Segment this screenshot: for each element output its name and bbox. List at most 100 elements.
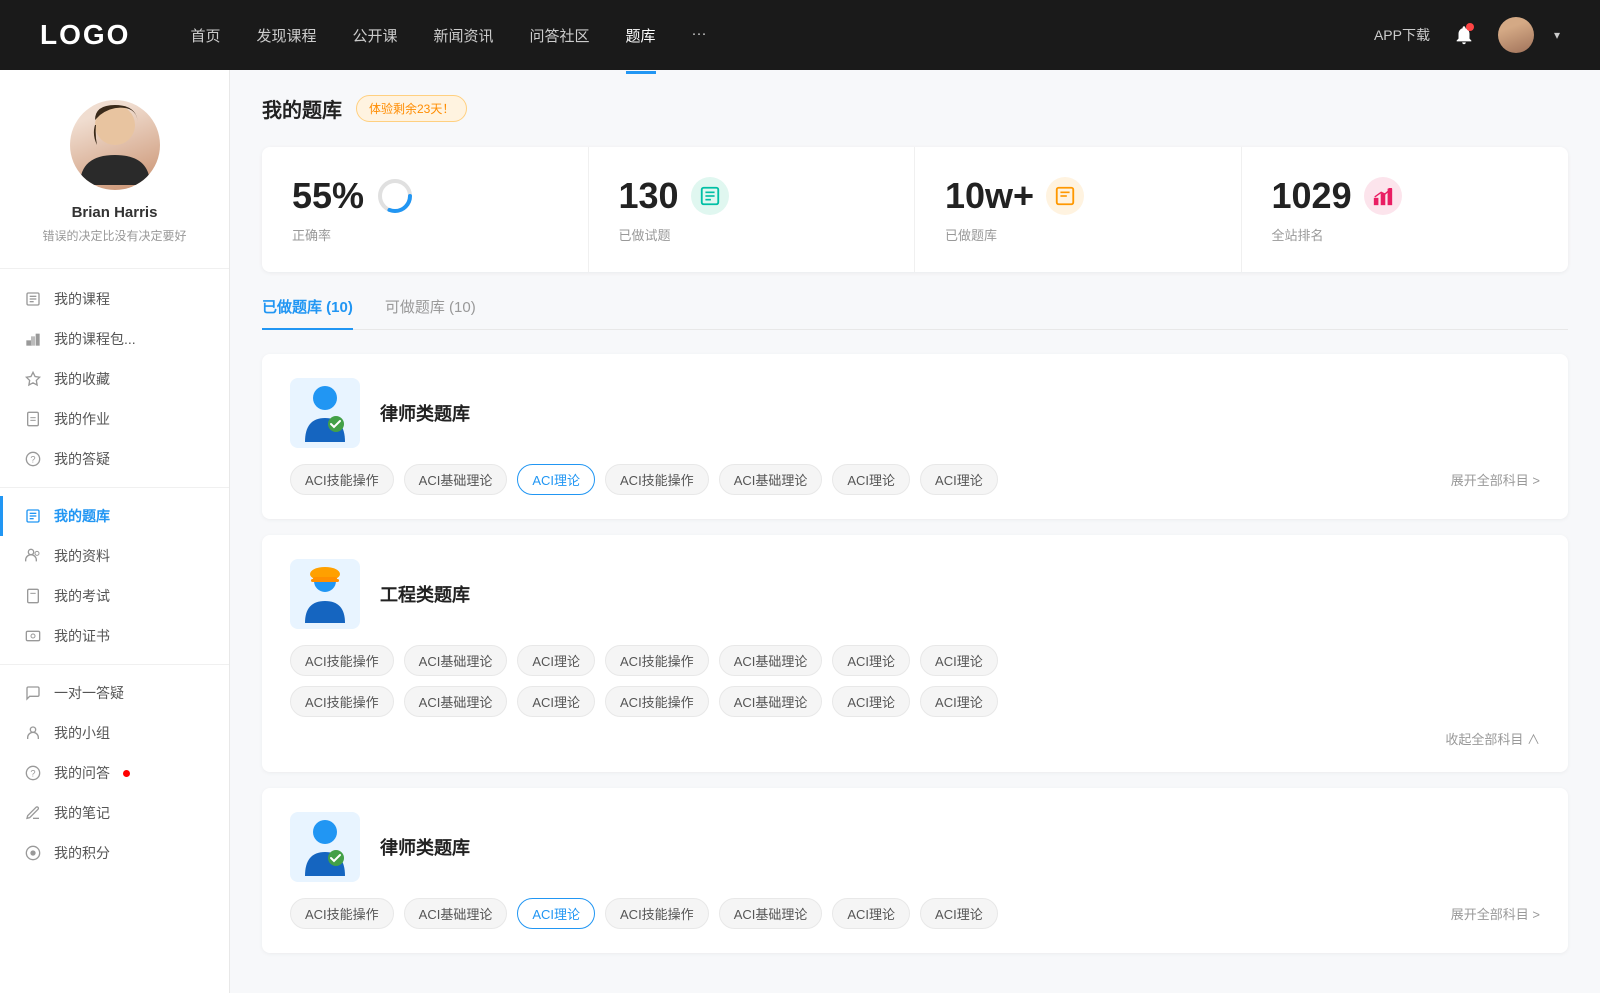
stat-done-q-label: 已做试题 <box>619 225 885 244</box>
stats-grid: 55% 正确率 130 <box>262 147 1568 272</box>
stat-accuracy-label: 正确率 <box>292 225 558 244</box>
stat-done-b-icon <box>1046 177 1084 215</box>
nav-more[interactable]: ··· <box>692 21 707 50</box>
sidebar-item-1on1[interactable]: 一对一答疑 <box>0 673 229 713</box>
stat-done-b-label: 已做题库 <box>945 225 1211 244</box>
sidebar-item-points[interactable]: 我的积分 <box>0 833 229 873</box>
tag-3[interactable]: ACI技能操作 <box>605 464 709 495</box>
eng-tag-3[interactable]: ACI技能操作 <box>605 645 709 676</box>
sidebar-item-homework[interactable]: 我的作业 <box>0 399 229 439</box>
tags-row-lawyer-1: ACI技能操作 ACI基础理论 ACI理论 ACI技能操作 ACI基础理论 AC… <box>290 464 998 495</box>
sidebar-item-course-packages[interactable]: 我的课程包... <box>0 319 229 359</box>
page-header: 我的题库 体验剩余23天！ <box>262 94 1568 123</box>
sidebar-item-qa-mine[interactable]: ? 我的答疑 <box>0 439 229 479</box>
stat-rank-row: 1029 <box>1272 175 1539 217</box>
divider-1 <box>0 487 229 488</box>
tag-5[interactable]: ACI理论 <box>832 464 910 495</box>
user-menu-chevron[interactable]: ▾ <box>1554 28 1560 42</box>
sidebar-item-notes[interactable]: 我的笔记 <box>0 793 229 833</box>
top-navigation: LOGO 首页 发现课程 公开课 新闻资讯 问答社区 题库 ··· APP下载 … <box>0 0 1600 70</box>
l2-tag-1[interactable]: ACI基础理论 <box>404 898 508 929</box>
sidebar-item-profile[interactable]: 我的资料 <box>0 536 229 576</box>
profile-name: Brian Harris <box>72 204 158 221</box>
exam-icon <box>24 587 42 605</box>
trial-badge: 体验剩余23天！ <box>356 95 467 122</box>
nav-home[interactable]: 首页 <box>190 21 220 50</box>
app-download-link[interactable]: APP下载 <box>1374 25 1430 45</box>
eng2-tag-6[interactable]: ACI理论 <box>920 686 998 717</box>
profile-avatar <box>70 100 160 190</box>
stat-accuracy-value: 55% <box>292 175 364 217</box>
sidebar-item-favorites[interactable]: 我的收藏 <box>0 359 229 399</box>
sidebar-item-group[interactable]: 我的小组 <box>0 713 229 753</box>
tag-4[interactable]: ACI基础理论 <box>719 464 823 495</box>
group-icon <box>24 724 42 742</box>
questions-dot <box>123 770 130 777</box>
expand-link-lawyer-2[interactable]: 展开全部科目 > <box>1451 904 1540 923</box>
eng2-tag-5[interactable]: ACI理论 <box>832 686 910 717</box>
main-content: 我的题库 体验剩余23天！ 55% 正确率 <box>230 70 1600 993</box>
avatar[interactable] <box>1498 17 1534 53</box>
stat-rank: 1029 全站排名 <box>1242 147 1569 272</box>
l2-tag-3[interactable]: ACI技能操作 <box>605 898 709 929</box>
tag-1[interactable]: ACI基础理论 <box>404 464 508 495</box>
card-header-lawyer-2: 律师类题库 <box>290 812 1540 882</box>
stat-accuracy-icon <box>376 177 414 215</box>
qbank-card-lawyer-1: 律师类题库 ACI技能操作 ACI基础理论 ACI理论 ACI技能操作 ACI基… <box>262 354 1568 519</box>
tags-row-engineer-2: ACI技能操作 ACI基础理论 ACI理论 ACI技能操作 ACI基础理论 AC… <box>290 686 1540 717</box>
nav-qa[interactable]: 问答社区 <box>530 21 590 50</box>
nav-opencourse[interactable]: 公开课 <box>352 21 397 50</box>
tags-row-engineer-1: ACI技能操作 ACI基础理论 ACI理论 ACI技能操作 ACI基础理论 AC… <box>290 645 1540 676</box>
card-title-engineer: 工程类题库 <box>380 581 470 607</box>
l2-tag-0[interactable]: ACI技能操作 <box>290 898 394 929</box>
svg-text:?: ? <box>30 454 35 464</box>
eng2-tag-3[interactable]: ACI技能操作 <box>605 686 709 717</box>
eng-tag-6[interactable]: ACI理论 <box>920 645 998 676</box>
sidebar-item-qbank[interactable]: 我的题库 <box>0 496 229 536</box>
eng-tag-1[interactable]: ACI基础理论 <box>404 645 508 676</box>
eng-tag-0[interactable]: ACI技能操作 <box>290 645 394 676</box>
collapse-link-engineer[interactable]: 收起全部科目 ∧ <box>290 729 1540 748</box>
sidebar-item-certificate[interactable]: 我的证书 <box>0 616 229 656</box>
stat-done-b-row: 10w+ <box>945 175 1211 217</box>
tag-6[interactable]: ACI理论 <box>920 464 998 495</box>
nav-news[interactable]: 新闻资讯 <box>434 21 494 50</box>
eng-tag-2[interactable]: ACI理论 <box>517 645 595 676</box>
eng2-tag-0[interactable]: ACI技能操作 <box>290 686 394 717</box>
tab-done[interactable]: 已做题库 (10) <box>262 296 353 329</box>
sidebar-menu: 我的课程 我的课程包... 我的收藏 我的作业 <box>0 269 229 883</box>
eng-tag-4[interactable]: ACI基础理论 <box>719 645 823 676</box>
sidebar: Brian Harris 错误的决定比没有决定要好 我的课程 我的课程包... <box>0 70 230 993</box>
sidebar-label-exam: 我的考试 <box>54 586 110 606</box>
stat-accuracy-row: 55% <box>292 175 558 217</box>
sidebar-item-questions[interactable]: ? 我的问答 <box>0 753 229 793</box>
eng2-tag-1[interactable]: ACI基础理论 <box>404 686 508 717</box>
l2-tag-6[interactable]: ACI理论 <box>920 898 998 929</box>
profile-motto: 错误的决定比没有决定要好 <box>42 227 186 244</box>
nav-discover[interactable]: 发现课程 <box>256 21 316 50</box>
tag-0[interactable]: ACI技能操作 <box>290 464 394 495</box>
nav-qbank[interactable]: 题库 <box>626 21 656 50</box>
tag-2[interactable]: ACI理论 <box>517 464 595 495</box>
l2-tag-2[interactable]: ACI理论 <box>517 898 595 929</box>
notification-bell[interactable] <box>1450 21 1478 49</box>
sidebar-item-courses[interactable]: 我的课程 <box>0 279 229 319</box>
eng2-tag-4[interactable]: ACI基础理论 <box>719 686 823 717</box>
card-header-lawyer-1: 律师类题库 <box>290 378 1540 448</box>
sidebar-label-profile: 我的资料 <box>54 546 110 566</box>
sidebar-item-exam[interactable]: 我的考试 <box>0 576 229 616</box>
stat-rank-value: 1029 <box>1272 175 1352 217</box>
l2-tag-4[interactable]: ACI基础理论 <box>719 898 823 929</box>
profile-icon <box>24 547 42 565</box>
engineer-icon <box>290 559 360 629</box>
eng2-tag-2[interactable]: ACI理论 <box>517 686 595 717</box>
packages-icon <box>24 330 42 348</box>
expand-link-lawyer-1[interactable]: 展开全部科目 > <box>1451 470 1540 489</box>
eng-tag-5[interactable]: ACI理论 <box>832 645 910 676</box>
l2-tag-5[interactable]: ACI理论 <box>832 898 910 929</box>
sidebar-label-qbank: 我的题库 <box>54 506 110 526</box>
tabs: 已做题库 (10) 可做题库 (10) <box>262 296 1568 330</box>
stat-done-q-value: 130 <box>619 175 679 217</box>
tab-available[interactable]: 可做题库 (10) <box>385 296 476 329</box>
1on1-icon <box>24 684 42 702</box>
